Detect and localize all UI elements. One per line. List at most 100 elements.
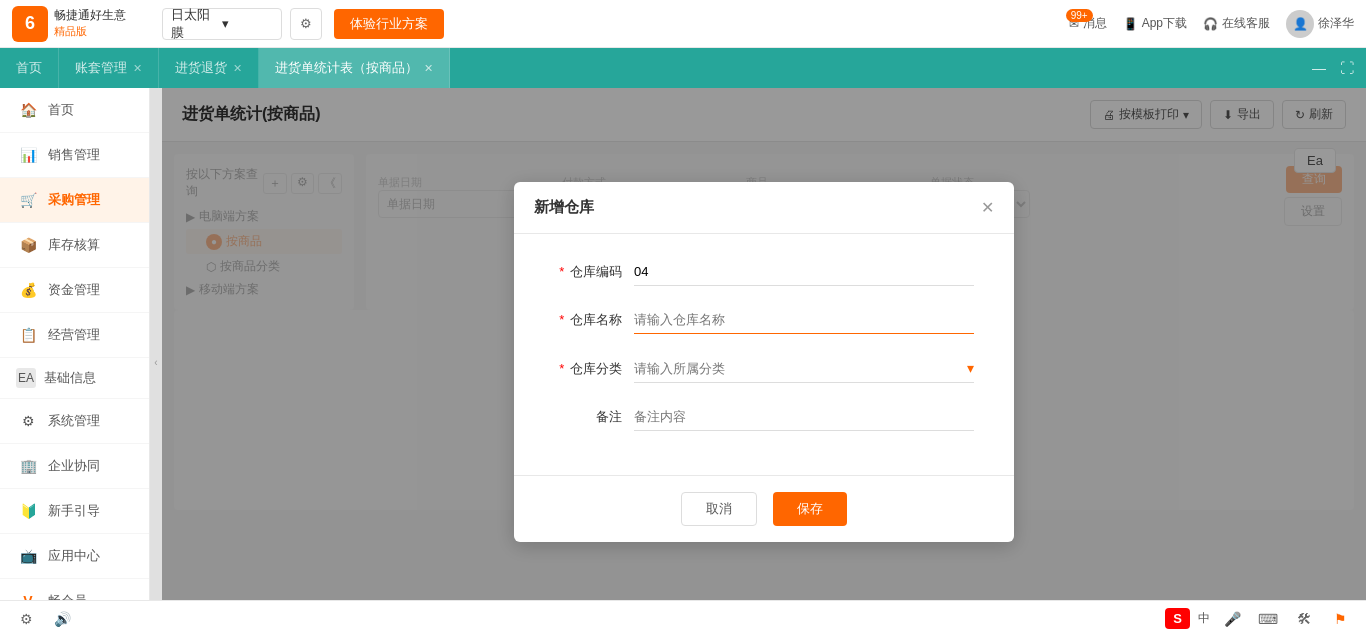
- sidebar-item-app-center[interactable]: 📺 应用中心: [0, 534, 149, 579]
- warehouse-name-row: * 仓库名称: [554, 306, 974, 334]
- sales-icon: 📊: [16, 143, 40, 167]
- tab-purchase-stats-label: 进货单统计表（按商品）: [275, 59, 418, 77]
- cancel-button[interactable]: 取消: [681, 492, 757, 526]
- modal-title: 新增仓库: [534, 198, 594, 217]
- warehouse-category-select: ▾: [634, 354, 974, 383]
- app-center-icon: 📺: [16, 544, 40, 568]
- warehouse-code-input[interactable]: [634, 258, 974, 286]
- sidebar-item-finance[interactable]: 💰 资金管理: [0, 268, 149, 313]
- inventory-icon: 📦: [16, 233, 40, 257]
- sidebar-inventory-label: 库存核算: [48, 236, 100, 254]
- sidebar-collapse-button[interactable]: ‹: [150, 88, 162, 636]
- sidebar: 🏠 首页 📊 销售管理 🛒 采购管理 📦 库存核算 💰 资金管理 📋 经: [0, 88, 150, 636]
- tab-purchase-return-label: 进货退货: [175, 59, 227, 77]
- mic-icon[interactable]: 🎤: [1218, 605, 1246, 633]
- warehouse-name-label: * 仓库名称: [554, 311, 634, 329]
- tab-purchase-stats[interactable]: 进货单统计表（按商品） ✕: [259, 48, 450, 88]
- tab-purchase-stats-close[interactable]: ✕: [424, 62, 433, 75]
- logo-text: 畅捷通好生意: [54, 8, 126, 24]
- bottom-right: S 中 🎤 ⌨ 🛠 ⚑: [1165, 605, 1354, 633]
- tab-expand-icon[interactable]: ⛶: [1336, 56, 1358, 80]
- bottom-settings-icon[interactable]: ⚙: [12, 605, 40, 633]
- tab-purchase-return[interactable]: 进货退货 ✕: [159, 48, 259, 88]
- tab-account[interactable]: 账套管理 ✕: [59, 48, 159, 88]
- warehouse-name-input[interactable]: [634, 306, 974, 334]
- notification-badge: 99+: [1066, 9, 1093, 22]
- sidebar-item-purchase[interactable]: 🛒 采购管理: [0, 178, 149, 223]
- sidebar-finance-label: 资金管理: [48, 281, 100, 299]
- search-select[interactable]: 日太阳膜 ▾: [162, 8, 282, 40]
- sidebar-item-basic-info[interactable]: EA 基础信息: [0, 358, 149, 399]
- content-area: 进货单统计(按商品) 🖨 按模板打印 ▾ ⬇ 导出 ↻ 刷新: [162, 88, 1366, 636]
- tab-minimize-icon[interactable]: —: [1308, 56, 1330, 80]
- app-download-item[interactable]: 📱 App下载: [1123, 15, 1187, 32]
- sidebar-sales-label: 销售管理: [48, 146, 100, 164]
- username-label: 徐泽华: [1318, 15, 1354, 32]
- modal-body: * 仓库编码 * 仓库名称: [514, 234, 1014, 475]
- warehouse-category-row: * 仓库分类 ▾: [554, 354, 974, 383]
- category-dropdown-icon[interactable]: ▾: [967, 360, 974, 376]
- sidebar-home-label: 首页: [48, 101, 74, 119]
- sidebar-item-inventory[interactable]: 📦 库存核算: [0, 223, 149, 268]
- tab-account-close[interactable]: ✕: [133, 62, 142, 75]
- bottom-bar: ⚙ 🔊 S 中 🎤 ⌨ 🛠 ⚑: [0, 600, 1366, 636]
- logo-sub: 精品版: [54, 24, 126, 39]
- system-icon: ⚙: [16, 409, 40, 433]
- save-button[interactable]: 保存: [773, 492, 847, 526]
- s-badge: S: [1165, 608, 1190, 629]
- flag-icon[interactable]: ⚑: [1326, 605, 1354, 633]
- sidebar-guide-label: 新手引导: [48, 502, 100, 520]
- remark-row: 备注: [554, 403, 974, 431]
- phone-icon: 📱: [1123, 17, 1138, 31]
- modal-close-button[interactable]: ✕: [981, 200, 994, 216]
- online-service-item[interactable]: 🎧 在线客服: [1203, 15, 1270, 32]
- remark-input[interactable]: [634, 403, 974, 431]
- chevron-down-icon: ▾: [222, 16, 273, 31]
- sidebar-item-home[interactable]: 🏠 首页: [0, 88, 149, 133]
- remark-label: 备注: [554, 408, 634, 426]
- sidebar-item-enterprise[interactable]: 🏢 企业协同: [0, 444, 149, 489]
- tab-home[interactable]: 首页: [0, 48, 59, 88]
- main-layout: 🏠 首页 📊 销售管理 🛒 采购管理 📦 库存核算 💰 资金管理 📋 经: [0, 88, 1366, 636]
- warehouse-category-label: * 仓库分类: [554, 360, 634, 378]
- app-download-label: App下载: [1142, 15, 1187, 32]
- sidebar-item-guide[interactable]: 🔰 新手引导: [0, 489, 149, 534]
- modal-overlay: 新增仓库 ✕ * 仓库编码 *: [162, 88, 1366, 636]
- user-item[interactable]: 👤 徐泽华: [1286, 10, 1354, 38]
- search-text: 日太阳膜: [171, 6, 222, 42]
- basic-info-icon: EA: [16, 368, 36, 388]
- bottom-left: ⚙ 🔊: [12, 605, 76, 633]
- sidebar-app-center-label: 应用中心: [48, 547, 100, 565]
- sidebar-item-operations[interactable]: 📋 经营管理: [0, 313, 149, 358]
- enterprise-icon: 🏢: [16, 454, 40, 478]
- header-right: ✉ 99+ 消息 📱 App下载 🎧 在线客服 👤 徐泽华: [1069, 10, 1354, 38]
- logo-text-area: 畅捷通好生意 精品版: [54, 8, 126, 39]
- add-warehouse-modal: 新增仓库 ✕ * 仓库编码 *: [514, 182, 1014, 542]
- avatar: 👤: [1286, 10, 1314, 38]
- guide-icon: 🔰: [16, 499, 40, 523]
- sidebar-purchase-label: 采购管理: [48, 191, 100, 209]
- gear-button[interactable]: ⚙: [290, 8, 322, 40]
- modal-header: 新增仓库 ✕: [514, 182, 1014, 234]
- operations-icon: 📋: [16, 323, 40, 347]
- online-service-label: 在线客服: [1222, 15, 1270, 32]
- tab-purchase-return-close[interactable]: ✕: [233, 62, 242, 75]
- bottom-speaker-icon[interactable]: 🔊: [48, 605, 76, 633]
- modal-footer: 取消 保存: [514, 475, 1014, 542]
- tool-icon[interactable]: 🛠: [1290, 605, 1318, 633]
- headset-icon: 🎧: [1203, 17, 1218, 31]
- zhong-label: 中: [1198, 610, 1210, 627]
- sidebar-item-system[interactable]: ⚙ 系统管理: [0, 399, 149, 444]
- tab-home-label: 首页: [16, 59, 42, 77]
- sidebar-item-sales[interactable]: 📊 销售管理: [0, 133, 149, 178]
- sidebar-enterprise-label: 企业协同: [48, 457, 100, 475]
- tab-bar: 首页 账套管理 ✕ 进货退货 ✕ 进货单统计表（按商品） ✕ — ⛶: [0, 48, 1366, 88]
- sidebar-panel: 🏠 首页 📊 销售管理 🛒 采购管理 📦 库存核算 💰 资金管理 📋 经: [0, 88, 162, 636]
- keyboard-icon[interactable]: ⌨: [1254, 605, 1282, 633]
- top-header: 6 畅捷通好生意 精品版 日太阳膜 ▾ ⚙ 体验行业方案 ✉ 99+ 消息 📱 …: [0, 0, 1366, 48]
- trial-button[interactable]: 体验行业方案: [334, 9, 444, 39]
- message-item[interactable]: ✉ 99+ 消息: [1069, 15, 1107, 32]
- warehouse-category-input[interactable]: [634, 361, 967, 376]
- sidebar-operations-label: 经营管理: [48, 326, 100, 344]
- home-icon: 🏠: [16, 98, 40, 122]
